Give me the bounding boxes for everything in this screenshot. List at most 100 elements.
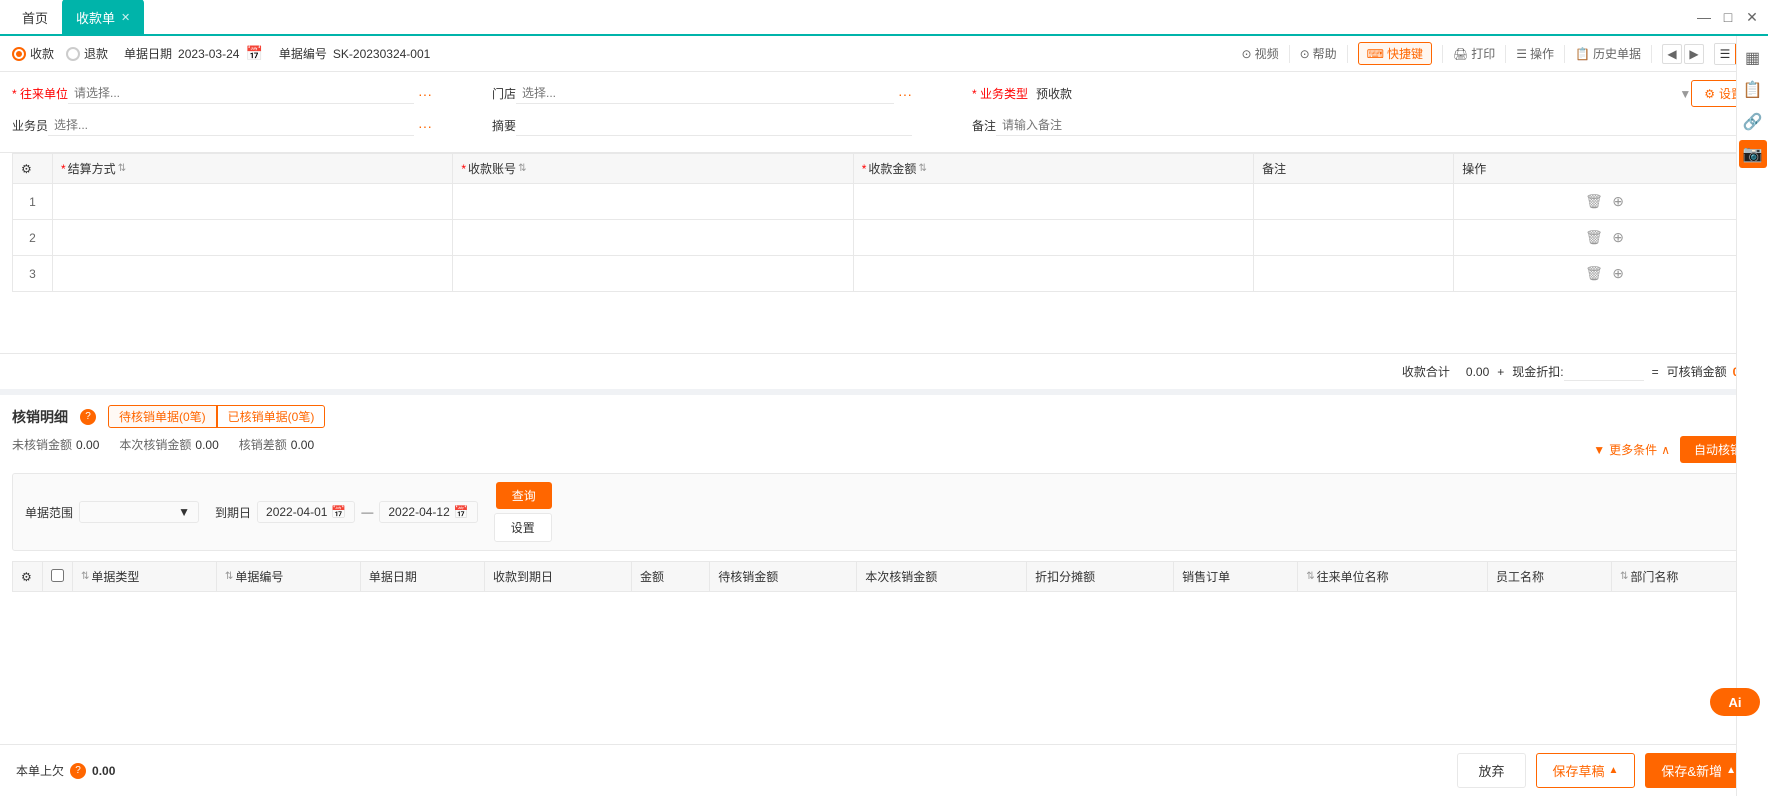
row-num-2: 2 — [13, 220, 53, 256]
date-calendar-icon[interactable]: 📅 — [245, 45, 262, 62]
settlement-cell-1[interactable] — [53, 184, 453, 220]
salesperson-field: 业务员 ··· — [12, 115, 432, 136]
date-value: 2023-03-24 — [178, 47, 239, 61]
th-doc-date: 单据日期 — [360, 562, 484, 592]
settlement-cell-2[interactable] — [53, 220, 453, 256]
amount-cell-1[interactable] — [853, 184, 1253, 220]
copy-icon-2[interactable]: ⊕ — [1612, 229, 1624, 245]
sidebar-doc-icon[interactable]: 📋 — [1739, 76, 1767, 104]
tab-pending-label: 待核销单据(0笔) — [119, 410, 206, 424]
th-counterpart-name: ⇅往来单位名称 — [1298, 562, 1488, 592]
business-type-select[interactable]: 预收款 ▼ — [1028, 85, 1691, 102]
amount-cell-2[interactable] — [853, 220, 1253, 256]
filter-btn-label: 更多条件 — [1609, 441, 1657, 458]
table-settings-icon-2[interactable]: ⚙ — [21, 570, 32, 584]
remark-input[interactable] — [996, 115, 1756, 136]
th-operation: 操作 — [1454, 154, 1756, 184]
th-due-date: 收款到期日 — [484, 562, 631, 592]
ai-badge[interactable]: Ai — [1710, 688, 1760, 716]
th-amount: * 收款金额 ⇅ — [853, 154, 1253, 184]
summary-input[interactable] — [516, 115, 912, 136]
operation-btn[interactable]: ☰ 操作 — [1516, 45, 1554, 62]
business-type-label: * 业务类型 — [972, 85, 1028, 102]
date-from-calendar-icon: 📅 — [331, 505, 346, 519]
date-range-filter: 到期日 2022-04-01 📅 — 2022-04-12 📅 — [215, 501, 478, 523]
th-amount: 金额 — [631, 562, 709, 592]
more-filter-btn[interactable]: ▼ 更多条件 ∧ — [1593, 441, 1670, 458]
date-from-input[interactable]: 2022-04-01 📅 — [257, 501, 355, 523]
account-cell-1[interactable] — [453, 184, 853, 220]
th-pending: 待核销金额 — [710, 562, 857, 592]
operation-icon: ☰ — [1516, 47, 1527, 61]
bottom-table: ⚙ ⇅单据类型 ⇅单据编号 单据日期 — [12, 561, 1756, 592]
payment-type-radio: 收款 退款 — [12, 45, 108, 62]
shortcut-btn[interactable]: ⌨ 快捷键 — [1358, 42, 1432, 65]
minimize-button[interactable]: — — [1696, 9, 1712, 25]
salesperson-more-icon[interactable]: ··· — [418, 118, 432, 134]
tab-home-label: 首页 — [22, 8, 48, 27]
close-window-button[interactable]: ✕ — [1744, 9, 1760, 25]
tab-completed[interactable]: 已核销单据(0笔) — [217, 405, 326, 428]
operation-label: 操作 — [1530, 45, 1554, 62]
tab-home[interactable]: 首页 — [8, 0, 62, 35]
salesperson-input[interactable] — [48, 115, 414, 136]
radio-refund[interactable]: 退款 — [66, 45, 108, 62]
amount-cell-3[interactable] — [853, 256, 1253, 292]
th-account: * 收款账号 ⇅ — [453, 154, 853, 184]
verify-section: 核销明细 ? 待核销单据(0笔) 已核销单据(0笔) 未核销金额 0.00 本次… — [0, 389, 1768, 744]
filter-settings-btn[interactable]: 设置 — [494, 513, 552, 542]
remark-cell-1[interactable] — [1254, 184, 1454, 220]
counterpart-more-icon[interactable]: ··· — [418, 86, 432, 102]
range-select[interactable]: ▼ — [79, 501, 199, 523]
copy-icon-3[interactable]: ⊕ — [1612, 265, 1624, 281]
th-dept: ⇅部门名称 — [1612, 562, 1756, 592]
tab-pending[interactable]: 待核销单据(0笔) — [108, 405, 217, 428]
layout-list-btn[interactable]: ☰ — [1715, 44, 1735, 64]
sidebar-table-icon[interactable]: ▦ — [1739, 44, 1767, 72]
tab-receipt[interactable]: 收款单 ✕ — [62, 0, 144, 35]
copy-icon-1[interactable]: ⊕ — [1612, 193, 1624, 209]
print-btn[interactable]: 🖨 打印 — [1453, 45, 1495, 62]
date-from-value: 2022-04-01 — [266, 505, 327, 519]
delete-icon-3[interactable]: 🗑 — [1585, 265, 1603, 281]
maximize-button[interactable]: □ — [1720, 9, 1736, 25]
radio-receipt[interactable]: 收款 — [12, 45, 54, 62]
abandon-button[interactable]: 放弃 — [1457, 753, 1525, 788]
counterpart-input[interactable] — [68, 83, 414, 104]
nav-prev[interactable]: ◀ — [1662, 44, 1682, 64]
table-settings-icon[interactable]: ⚙ — [21, 162, 32, 176]
save-draft-label: 保存草稿 — [1553, 761, 1605, 780]
draft-dropdown-icon: ▲ — [1609, 765, 1619, 776]
store-input[interactable] — [516, 83, 894, 104]
radio-receipt-label: 收款 — [30, 45, 54, 62]
delete-icon-1[interactable]: 🗑 — [1585, 193, 1603, 209]
tab-close-icon[interactable]: ✕ — [121, 11, 130, 24]
discount-input[interactable] — [1564, 362, 1644, 381]
action-cell-3: 🗑 ⊕ — [1454, 256, 1756, 292]
sidebar-screenshot-icon[interactable]: 📷 — [1739, 140, 1767, 168]
stat-info-icon[interactable]: ? — [70, 763, 86, 779]
sidebar-link-icon[interactable]: 🔗 — [1739, 108, 1767, 136]
remark-cell-3[interactable] — [1254, 256, 1454, 292]
history-btn[interactable]: 📋 历史单据 — [1575, 45, 1641, 62]
query-btn[interactable]: 查询 — [496, 482, 552, 509]
help-btn[interactable]: ⊙ 帮助 — [1300, 45, 1337, 62]
verify-info-icon[interactable]: ? — [80, 409, 96, 425]
current-label: 本次核销金额 — [119, 436, 191, 453]
current-value: 0.00 — [195, 438, 218, 452]
delete-icon-2[interactable]: 🗑 — [1585, 229, 1603, 245]
video-btn[interactable]: ⊙ 视频 — [1242, 45, 1279, 62]
settlement-cell-3[interactable] — [53, 256, 453, 292]
date-to-input[interactable]: 2022-04-12 📅 — [379, 501, 477, 523]
nav-next[interactable]: ▶ — [1684, 44, 1704, 64]
account-cell-2[interactable] — [453, 220, 853, 256]
select-all-checkbox[interactable] — [51, 569, 64, 582]
store-more-icon[interactable]: ··· — [898, 86, 912, 102]
current-stat: 本次核销金额 0.00 — [119, 436, 218, 453]
remark-cell-2[interactable] — [1254, 220, 1454, 256]
account-cell-3[interactable] — [453, 256, 853, 292]
table-row: 3 🗑 ⊕ — [13, 256, 1756, 292]
save-draft-button[interactable]: 保存草稿 ▲ — [1536, 753, 1636, 788]
table-row: 2 🗑 ⊕ — [13, 220, 1756, 256]
history-icon: 📋 — [1575, 47, 1590, 61]
